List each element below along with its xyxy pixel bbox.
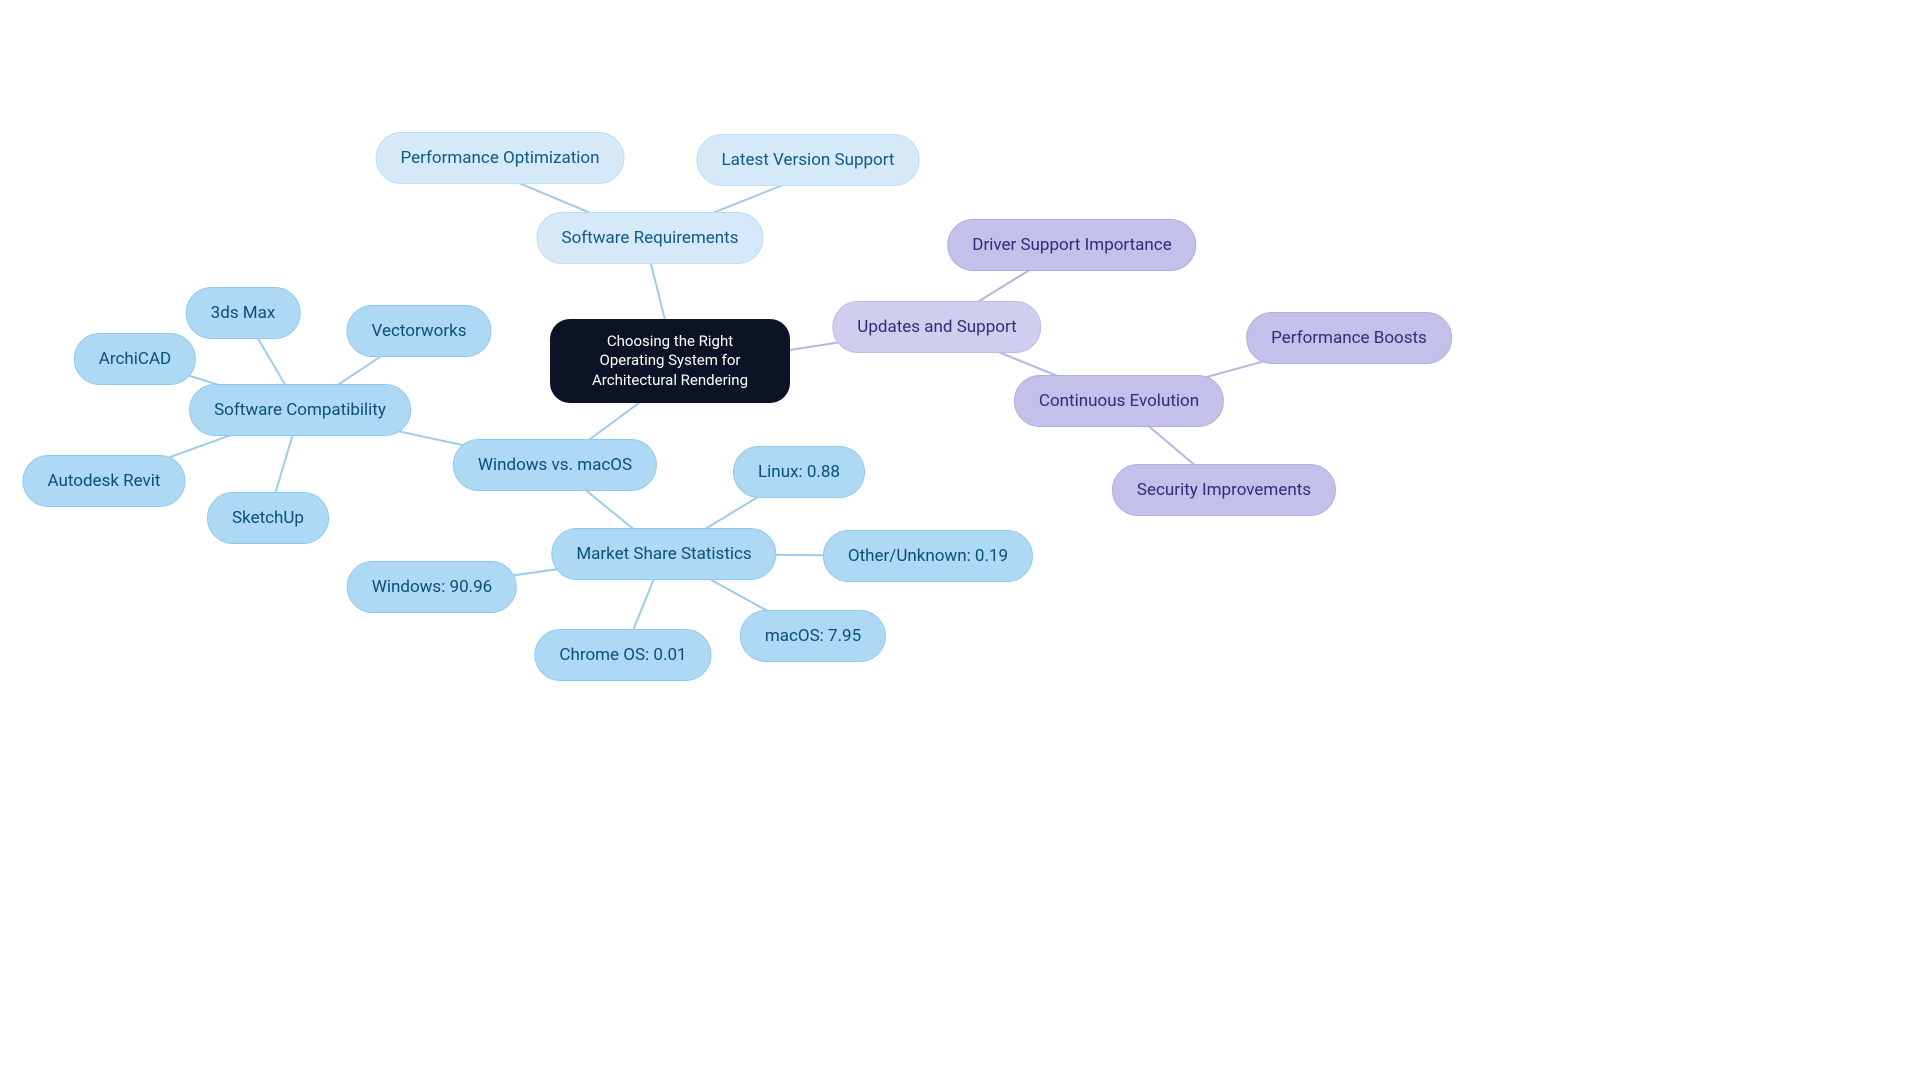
node-label: SketchUp	[232, 507, 304, 529]
node-performance-optimization[interactable]: Performance Optimization	[376, 132, 625, 184]
node-latest-version-support[interactable]: Latest Version Support	[697, 134, 920, 186]
node-software-compatibility[interactable]: Software Compatibility	[189, 384, 411, 436]
root-node[interactable]: Choosing the Right Operating System for …	[550, 319, 790, 403]
node-label: Market Share Statistics	[576, 543, 751, 565]
node-driver-support[interactable]: Driver Support Importance	[947, 219, 1196, 271]
node-software-requirements[interactable]: Software Requirements	[536, 212, 763, 264]
node-macos-stat[interactable]: macOS: 7.95	[740, 610, 886, 662]
node-linux[interactable]: Linux: 0.88	[733, 446, 865, 498]
node-archicad[interactable]: ArchiCAD	[74, 333, 196, 385]
node-label: Software Requirements	[561, 227, 738, 249]
node-label: Windows vs. macOS	[478, 454, 632, 476]
node-windows-vs-macos[interactable]: Windows vs. macOS	[453, 439, 657, 491]
node-chrome-os[interactable]: Chrome OS: 0.01	[534, 629, 711, 681]
node-continuous-evolution[interactable]: Continuous Evolution	[1014, 375, 1224, 427]
node-label: ArchiCAD	[99, 348, 171, 370]
node-label: Driver Support Importance	[972, 234, 1171, 256]
node-label: Linux: 0.88	[758, 461, 840, 483]
node-label: Performance Boosts	[1271, 327, 1427, 349]
node-label: Continuous Evolution	[1039, 390, 1199, 412]
node-market-share[interactable]: Market Share Statistics	[551, 528, 776, 580]
node-label: Vectorworks	[372, 320, 467, 342]
node-label: Other/Unknown: 0.19	[848, 545, 1008, 567]
node-label: Performance Optimization	[401, 147, 600, 169]
node-label: Autodesk Revit	[48, 470, 161, 492]
node-label: Security Improvements	[1137, 479, 1311, 501]
node-3ds-max[interactable]: 3ds Max	[186, 287, 301, 339]
node-label: Windows: 90.96	[372, 576, 492, 598]
root-label: Choosing the Right Operating System for …	[574, 332, 766, 391]
node-label: Updates and Support	[857, 316, 1016, 338]
node-label: Latest Version Support	[722, 149, 895, 171]
node-sketchup[interactable]: SketchUp	[207, 492, 329, 544]
node-security-improvements[interactable]: Security Improvements	[1112, 464, 1336, 516]
node-label: 3ds Max	[211, 302, 276, 324]
node-windows-stat[interactable]: Windows: 90.96	[347, 561, 517, 613]
node-performance-boosts[interactable]: Performance Boosts	[1246, 312, 1452, 364]
node-label: Software Compatibility	[214, 399, 386, 421]
node-updates-support[interactable]: Updates and Support	[832, 301, 1041, 353]
node-label: macOS: 7.95	[765, 625, 861, 647]
node-other-unknown[interactable]: Other/Unknown: 0.19	[823, 530, 1033, 582]
node-label: Chrome OS: 0.01	[559, 644, 686, 666]
node-vectorworks[interactable]: Vectorworks	[347, 305, 492, 357]
node-autodesk-revit[interactable]: Autodesk Revit	[23, 455, 186, 507]
